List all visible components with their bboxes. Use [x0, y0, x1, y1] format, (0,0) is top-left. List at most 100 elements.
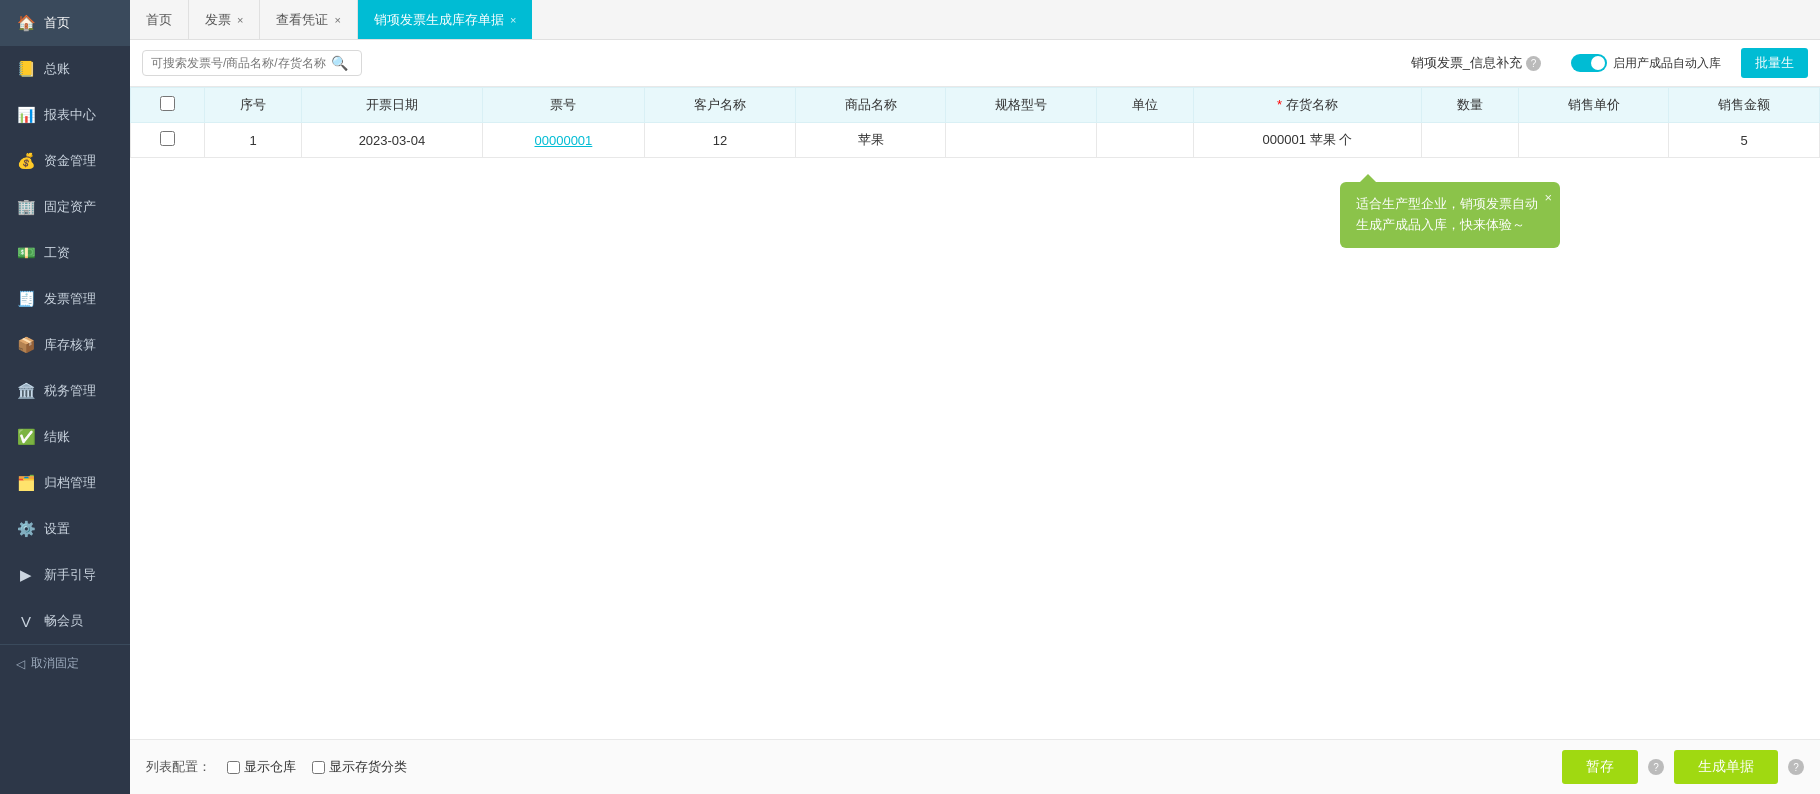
- sidebar-icon-fund-management: 💰: [16, 152, 36, 170]
- sidebar-label-fixed-assets: 固定资产: [44, 198, 96, 216]
- row-checkbox-0[interactable]: [160, 131, 175, 146]
- show-warehouse-label: 显示仓库: [244, 758, 296, 776]
- main-content: 首页发票×查看凭证×销项发票生成库存单据× 🔍 销项发票_信息补充 ? 启用产成…: [130, 0, 1820, 794]
- cell-customer-0: 12: [645, 123, 796, 158]
- sidebar-item-invoice-management[interactable]: 🧾发票管理: [0, 276, 130, 322]
- cell-date-0: 2023-03-04: [302, 123, 482, 158]
- config-label: 列表配置：: [146, 758, 211, 776]
- sidebar-label-settings: 设置: [44, 520, 70, 538]
- table-header: 序号 开票日期 票号 客户名称 商品名称 规格型号 单位 存货名称 数量 销售单…: [131, 88, 1820, 123]
- show-warehouse-checkbox[interactable]: [227, 761, 240, 774]
- sidebar-icon-settings: ⚙️: [16, 520, 36, 538]
- cell-qty-0: [1421, 123, 1518, 158]
- sidebar-icon-report-center: 📊: [16, 106, 36, 124]
- sidebar-item-vip[interactable]: V 畅会员: [0, 598, 130, 644]
- sidebar-label-inventory-check: 库存核算: [44, 336, 96, 354]
- col-unit: 单位: [1096, 88, 1193, 123]
- show-inventory-category-label: 显示存货分类: [329, 758, 407, 776]
- tab-close-generate-inventory[interactable]: ×: [510, 14, 516, 26]
- col-invoice-no: 票号: [482, 88, 645, 123]
- cell-inventory-0: 000001 苹果 个: [1193, 123, 1421, 158]
- footer: 列表配置： 显示仓库 显示存货分类 暂存 ? 生成单据 ?: [130, 739, 1820, 794]
- search-icon: 🔍: [331, 55, 348, 71]
- cell-invoice-no-0[interactable]: 00000001: [482, 123, 645, 158]
- page-body: 🔍 销项发票_信息补充 ? 启用产成品自动入库 批量生: [130, 40, 1820, 794]
- sidebar-icon-home: 🏠: [16, 14, 36, 32]
- footer-buttons: 暂存 ? 生成单据 ?: [1562, 750, 1804, 784]
- sidebar: 🏠 首页 📒总账📊报表中心 💰 资金管理 🏢 固定资产 💵 工资 🧾发票管理📦库存核算🏛️税务管理…: [0, 0, 130, 794]
- sidebar-label-home: 首页: [44, 14, 70, 32]
- save-help-icon[interactable]: ?: [1648, 759, 1664, 775]
- tab-invoice[interactable]: 发票 ×: [189, 0, 260, 39]
- tooltip-text: 适合生产型企业，销项发票自动生成产成品入库，快来体验～: [1356, 196, 1538, 232]
- sidebar-label-tax-management: 税务管理: [44, 382, 96, 400]
- sidebar-item-settings[interactable]: ⚙️ 设置: [0, 506, 130, 552]
- toggle-label: 启用产成品自动入库: [1613, 55, 1721, 72]
- select-all-checkbox[interactable]: [160, 96, 175, 111]
- tab-close-invoice[interactable]: ×: [237, 14, 243, 26]
- tab-label-home: 首页: [146, 11, 172, 29]
- sidebar-item-fixed-assets[interactable]: 🏢 固定资产: [0, 184, 130, 230]
- sidebar-icon-general-ledger: 📒: [16, 60, 36, 78]
- pin-icon: ◁: [16, 657, 25, 671]
- sidebar-icon-fixed-assets: 🏢: [16, 198, 36, 216]
- page-title-text: 销项发票_信息补充: [1411, 54, 1522, 72]
- tooltip-close[interactable]: ×: [1544, 188, 1552, 209]
- sidebar-label-vip: 畅会员: [44, 612, 83, 630]
- search-input[interactable]: [151, 56, 331, 70]
- sidebar-icon-vip: V: [16, 613, 36, 630]
- col-product: 商品名称: [795, 88, 946, 123]
- col-seq: 序号: [205, 88, 302, 123]
- pin-label: 取消固定: [31, 655, 79, 672]
- auto-warehouse-toggle[interactable]: [1571, 54, 1607, 72]
- sidebar-label-payroll: 工资: [44, 244, 70, 262]
- tab-view-voucher[interactable]: 查看凭证 ×: [260, 0, 357, 39]
- sidebar-icon-settlement: ✅: [16, 428, 36, 446]
- info-label: 销项发票_信息补充 ?: [1411, 54, 1541, 72]
- tab-generate-inventory[interactable]: 销项发票生成库存单据×: [358, 0, 532, 39]
- show-inventory-category-checkbox[interactable]: [312, 761, 325, 774]
- sidebar-item-inventory-check[interactable]: 📦库存核算: [0, 322, 130, 368]
- cell-product-0: 苹果: [795, 123, 946, 158]
- sidebar-label-guide: 新手引导: [44, 566, 96, 584]
- sidebar-icon-payroll: 💵: [16, 244, 36, 262]
- tooltip-bubble: × 适合生产型企业，销项发票自动生成产成品入库，快来体验～: [1340, 182, 1560, 248]
- tab-label-invoice: 发票: [205, 11, 231, 29]
- sidebar-item-guide[interactable]: ▶ 新手引导: [0, 552, 130, 598]
- sidebar-icon-guide: ▶: [16, 566, 36, 584]
- cell-unit-0: [1096, 123, 1193, 158]
- tab-label-view-voucher: 查看凭证: [276, 11, 328, 29]
- table-container: 序号 开票日期 票号 客户名称 商品名称 规格型号 单位 存货名称 数量 销售单…: [130, 87, 1820, 739]
- sidebar-pin[interactable]: ◁ 取消固定: [0, 644, 130, 682]
- sidebar-item-payroll[interactable]: 💵 工资: [0, 230, 130, 276]
- sidebar-label-invoice-management: 发票管理: [44, 290, 96, 308]
- toggle-area: 启用产成品自动入库: [1571, 54, 1721, 72]
- col-inventory: 存货名称: [1193, 88, 1421, 123]
- show-inventory-category-check[interactable]: 显示存货分类: [312, 758, 407, 776]
- help-icon[interactable]: ?: [1526, 56, 1541, 71]
- save-button[interactable]: 暂存: [1562, 750, 1638, 784]
- col-amount: 销售金额: [1669, 88, 1820, 123]
- search-box[interactable]: 🔍: [142, 50, 362, 76]
- sidebar-item-report-center[interactable]: 📊报表中心: [0, 92, 130, 138]
- generate-button[interactable]: 生成单据: [1674, 750, 1778, 784]
- invoice-no-link-0[interactable]: 00000001: [534, 133, 592, 148]
- tab-home[interactable]: 首页: [130, 0, 189, 39]
- sidebar-item-general-ledger[interactable]: 📒总账: [0, 46, 130, 92]
- sidebar-item-settlement[interactable]: ✅结账: [0, 414, 130, 460]
- show-warehouse-check[interactable]: 显示仓库: [227, 758, 296, 776]
- tab-close-view-voucher[interactable]: ×: [334, 14, 340, 26]
- cell-amount-0: 5: [1669, 123, 1820, 158]
- col-qty: 数量: [1421, 88, 1518, 123]
- cell-seq-0: 1: [205, 123, 302, 158]
- sidebar-item-tax-management[interactable]: 🏛️税务管理: [0, 368, 130, 414]
- sidebar-label-fund-management: 资金管理: [44, 152, 96, 170]
- generate-help-icon[interactable]: ?: [1788, 759, 1804, 775]
- sidebar-item-fund-management[interactable]: 💰 资金管理: [0, 138, 130, 184]
- batch-button[interactable]: 批量生: [1741, 48, 1808, 78]
- col-unit-price: 销售单价: [1518, 88, 1669, 123]
- sidebar-item-archive-management[interactable]: 🗂️归档管理: [0, 460, 130, 506]
- table-body: 1 2023-03-04 00000001 12 苹果 000001 苹果 个 …: [131, 123, 1820, 158]
- cell-spec-0: [946, 123, 1097, 158]
- sidebar-item-home[interactable]: 🏠 首页: [0, 0, 130, 46]
